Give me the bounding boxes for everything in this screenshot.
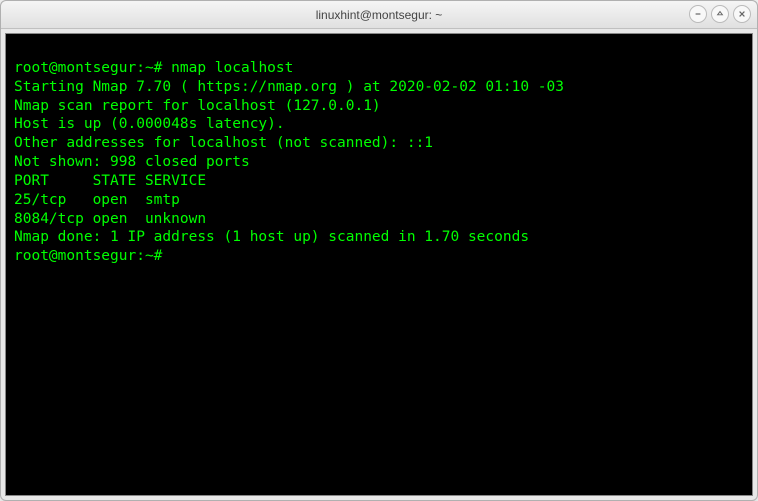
output-line: 8084/tcp open unknown bbox=[14, 210, 744, 229]
terminal-body[interactable]: root@montsegur:~# nmap localhostStarting… bbox=[5, 33, 753, 496]
titlebar[interactable]: linuxhint@montsegur: ~ bbox=[1, 1, 757, 29]
prompt: root@montsegur:~# bbox=[14, 248, 162, 264]
window-title: linuxhint@montsegur: ~ bbox=[316, 8, 443, 22]
output-line: Host is up (0.000048s latency). bbox=[14, 115, 744, 134]
close-icon bbox=[738, 10, 746, 18]
maximize-button[interactable] bbox=[711, 5, 729, 23]
minimize-icon bbox=[694, 10, 702, 18]
terminal-window: linuxhint@montsegur: ~ root@montsegur:~#… bbox=[0, 0, 758, 501]
close-button[interactable] bbox=[733, 5, 751, 23]
output-line: Nmap scan report for localhost (127.0.0.… bbox=[14, 97, 744, 116]
command-line: root@montsegur:~# nmap localhost bbox=[14, 59, 744, 78]
command-text: nmap localhost bbox=[171, 60, 293, 76]
prompt: root@montsegur:~# bbox=[14, 60, 162, 76]
window-controls bbox=[689, 5, 751, 23]
maximize-icon bbox=[716, 10, 724, 18]
minimize-button[interactable] bbox=[689, 5, 707, 23]
output-line: Other addresses for localhost (not scann… bbox=[14, 134, 744, 153]
output-line: PORT STATE SERVICE bbox=[14, 172, 744, 191]
output-line: Nmap done: 1 IP address (1 host up) scan… bbox=[14, 228, 744, 247]
prompt-line: root@montsegur:~# bbox=[14, 247, 744, 266]
output-line: Starting Nmap 7.70 ( https://nmap.org ) … bbox=[14, 78, 744, 97]
output-line: 25/tcp open smtp bbox=[14, 191, 744, 210]
output-line: Not shown: 998 closed ports bbox=[14, 153, 744, 172]
